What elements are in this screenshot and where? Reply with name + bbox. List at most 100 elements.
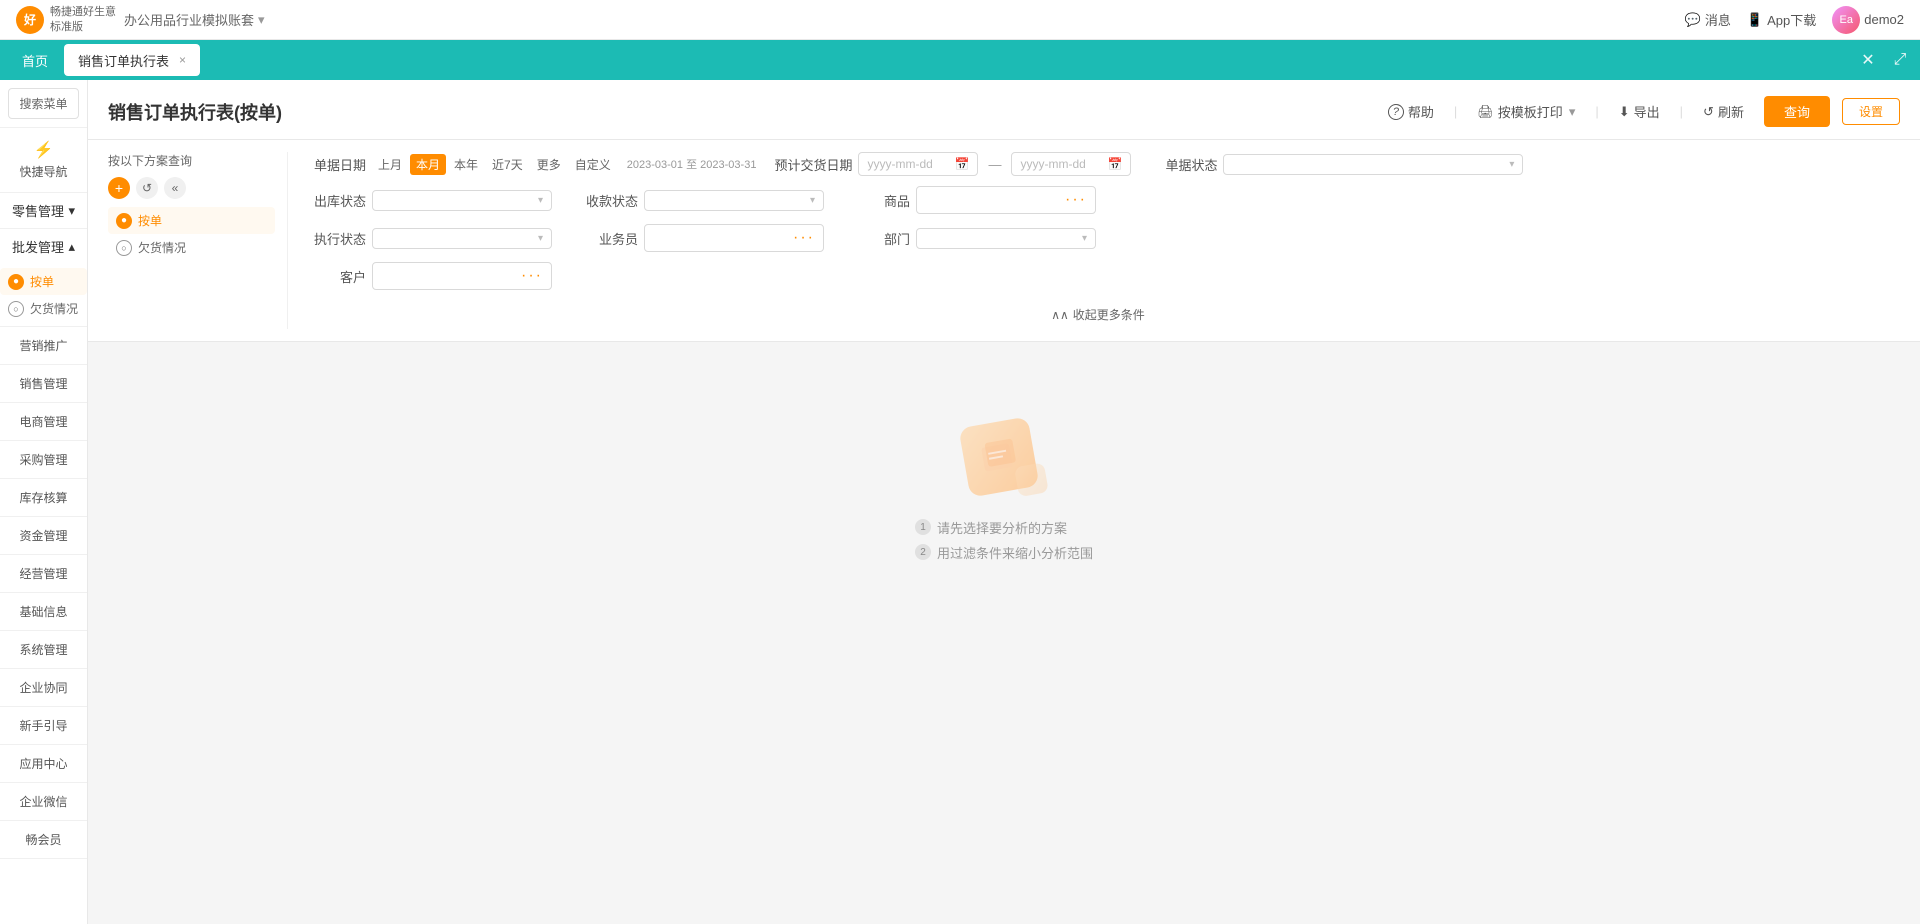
sidebar-item-enterprise[interactable]: 企业协同 — [0, 669, 87, 707]
user-menu[interactable]: Ea demo2 — [1832, 6, 1904, 34]
filter-execution-status-item: 执行状态 ▾ — [296, 228, 552, 249]
department-caret-icon: ▾ — [1082, 233, 1087, 244]
delivery-status-label: 出库状态 — [296, 191, 366, 210]
sidebar-sub-item-debt[interactable]: ○ 欠货情况 — [0, 295, 87, 322]
template-print-button[interactable]: 🖨 按模板打印 ▾ — [1469, 98, 1583, 125]
salesperson-select[interactable]: ··· — [644, 224, 824, 252]
collapse-more-icon: ∧∧ — [1051, 308, 1069, 322]
scheme-item-debt[interactable]: ○ 欠货情况 — [108, 234, 275, 261]
sidebar-item-basic[interactable]: 基础信息 — [0, 593, 87, 631]
query-button[interactable]: 查询 — [1764, 96, 1830, 127]
goods-dots-icon[interactable]: ··· — [1065, 191, 1087, 209]
refresh-scheme-button[interactable]: ↺ — [136, 177, 158, 199]
close-tab-button[interactable]: ✕ — [1856, 48, 1880, 72]
top-bar-left: 好 畅捷通好生意 标准版 办公用品行业模拟账套 ▾ — [16, 5, 265, 34]
sidebar-item-quick-nav[interactable]: ⚡ 快捷导航 — [0, 132, 87, 188]
filter-customer-item: 客户 ··· — [296, 262, 552, 290]
sidebar-item-marketing[interactable]: 营销推广 — [0, 327, 87, 365]
divider2: | — [1595, 104, 1598, 119]
debt-icon: ○ — [8, 301, 24, 317]
calendar-end-icon: 📅 — [1108, 157, 1123, 171]
salesperson-dots-icon[interactable]: ··· — [793, 229, 815, 247]
delivery-status-caret-icon: ▾ — [538, 195, 543, 206]
delivery-status-select[interactable]: ▾ — [372, 190, 552, 211]
goods-select[interactable]: ··· — [916, 186, 1096, 214]
collapse-more-button[interactable]: ∧∧ 收起更多条件 — [296, 300, 1900, 329]
execution-status-label: 执行状态 — [296, 229, 366, 248]
logo-area: 好 畅捷通好生意 标准版 — [16, 5, 116, 34]
sidebar-item-newbie[interactable]: 新手引导 — [0, 707, 87, 745]
content-area: 销售订单执行表(按单) ? 帮助 | 🖨 按模板打印 ▾ | ⬇ 导出 | — [88, 80, 1920, 924]
customer-label: 客户 — [296, 267, 366, 286]
page-actions: ? 帮助 | 🖨 按模板打印 ▾ | ⬇ 导出 | ↺ 刷新 — [1380, 96, 1900, 127]
order-status-select[interactable]: ▾ — [1223, 154, 1523, 175]
tab-close-icon[interactable]: × — [179, 53, 186, 67]
search-menu-button[interactable]: 搜索菜单 — [8, 88, 79, 119]
tab-bar-actions: ✕ ⤢ — [1856, 48, 1912, 72]
scheme-item-by-order[interactable]: ● 按单 — [108, 207, 275, 234]
sidebar-item-finance[interactable]: 资金管理 — [0, 517, 87, 555]
filter-department-item: 部门 ▾ — [840, 228, 1096, 249]
sidebar-item-purchase[interactable]: 采购管理 — [0, 441, 87, 479]
collapse-scheme-button[interactable]: « — [164, 177, 186, 199]
sidebar-item-member[interactable]: 畅会员 — [0, 821, 87, 859]
app-download-icon: 📱 — [1747, 12, 1763, 28]
payment-status-caret-icon: ▾ — [810, 195, 815, 206]
sidebar-item-inventory[interactable]: 库存核算 — [0, 479, 87, 517]
sidebar-item-retail[interactable]: 零售管理 ▾ — [0, 193, 87, 228]
goods-label: 商品 — [840, 191, 910, 210]
refresh-scheme-icon: ↺ — [142, 181, 152, 195]
execution-status-select[interactable]: ▾ — [372, 228, 552, 249]
add-scheme-button[interactable]: + — [108, 177, 130, 199]
expected-delivery-start-input[interactable]: yyyy-mm-dd 📅 — [858, 152, 978, 176]
sidebar-item-sales[interactable]: 销售管理 — [0, 365, 87, 403]
sidebar-item-system[interactable]: 系统管理 — [0, 631, 87, 669]
empty-tips: 1 请先选择要分析的方案 2 用过滤条件来缩小分析范围 — [915, 518, 1093, 568]
sidebar-item-ecommerce[interactable]: 电商管理 — [0, 403, 87, 441]
top-bar-right: 💬 消息 📱 App下载 Ea demo2 — [1685, 6, 1904, 34]
tab-sales-order-exec[interactable]: 销售订单执行表 × — [64, 44, 200, 76]
sidebar-section-wholesale: 批发管理 ▴ ● 按单 ○ 欠货情况 — [0, 229, 87, 327]
order-status-label: 单据状态 — [1147, 155, 1217, 174]
sidebar-item-wholesale[interactable]: 批发管理 ▴ — [0, 229, 87, 264]
sidebar-nav: ⚡ 快捷导航 — [0, 128, 87, 193]
filter-row-4: 客户 ··· — [296, 262, 1900, 290]
expected-delivery-end-input[interactable]: yyyy-mm-dd 📅 — [1011, 152, 1131, 176]
date-tab-more[interactable]: 更多 — [531, 154, 567, 175]
customer-dots-icon[interactable]: ··· — [521, 267, 543, 285]
tab-home[interactable]: 首页 — [8, 44, 62, 76]
date-tab-last-month[interactable]: 上月 — [372, 154, 408, 175]
tip1-num: 1 — [915, 519, 931, 535]
fullscreen-button[interactable]: ⤢ — [1888, 48, 1912, 72]
filter-row-2: 出库状态 ▾ 收款状态 ▾ 商品 — [296, 186, 1900, 214]
help-button[interactable]: ? 帮助 — [1380, 98, 1442, 125]
message-button[interactable]: 💬 消息 — [1685, 10, 1731, 29]
export-button[interactable]: ⬇ 导出 — [1611, 98, 1668, 125]
payment-status-select[interactable]: ▾ — [644, 190, 824, 211]
refresh-button[interactable]: ↺ 刷新 — [1695, 98, 1752, 125]
page-title: 销售订单执行表(按单) — [108, 99, 282, 125]
date-tab-current-month[interactable]: 本月 — [410, 154, 446, 175]
app-download-button[interactable]: 📱 App下载 — [1747, 10, 1816, 29]
sidebar-item-appstore[interactable]: 应用中心 — [0, 745, 87, 783]
settings-button[interactable]: 设置 — [1842, 98, 1900, 125]
filter-schemes: 按以下方案查询 + ↺ « ● 按单 — [108, 152, 288, 329]
date-tabs: 上月 本月 本年 近7天 更多 自定义 — [372, 154, 617, 175]
date-tab-custom[interactable]: 自定义 — [569, 154, 617, 175]
by-order-scheme-icon: ● — [116, 213, 132, 229]
sidebar-item-wechat[interactable]: 企业微信 — [0, 783, 87, 821]
collapse-icon: « — [172, 181, 179, 195]
date-separator: — — [984, 157, 1005, 172]
quick-nav-icon: ⚡ — [34, 140, 54, 160]
by-order-icon: ● — [8, 274, 24, 290]
filter-scheme-title: 按以下方案查询 — [108, 152, 275, 169]
customer-select[interactable]: ··· — [372, 262, 552, 290]
date-tab-last-7-days[interactable]: 近7天 — [486, 154, 529, 175]
sidebar-sub-item-by-order[interactable]: ● 按单 — [0, 268, 87, 295]
expected-delivery-label: 预计交货日期 — [772, 155, 852, 174]
retail-expand-icon: ▾ — [68, 203, 75, 219]
date-tab-current-year[interactable]: 本年 — [448, 154, 484, 175]
sidebar-item-operations[interactable]: 经营管理 — [0, 555, 87, 593]
department-select[interactable]: ▾ — [916, 228, 1096, 249]
breadcrumb-dropdown-icon[interactable]: ▾ — [258, 12, 265, 28]
